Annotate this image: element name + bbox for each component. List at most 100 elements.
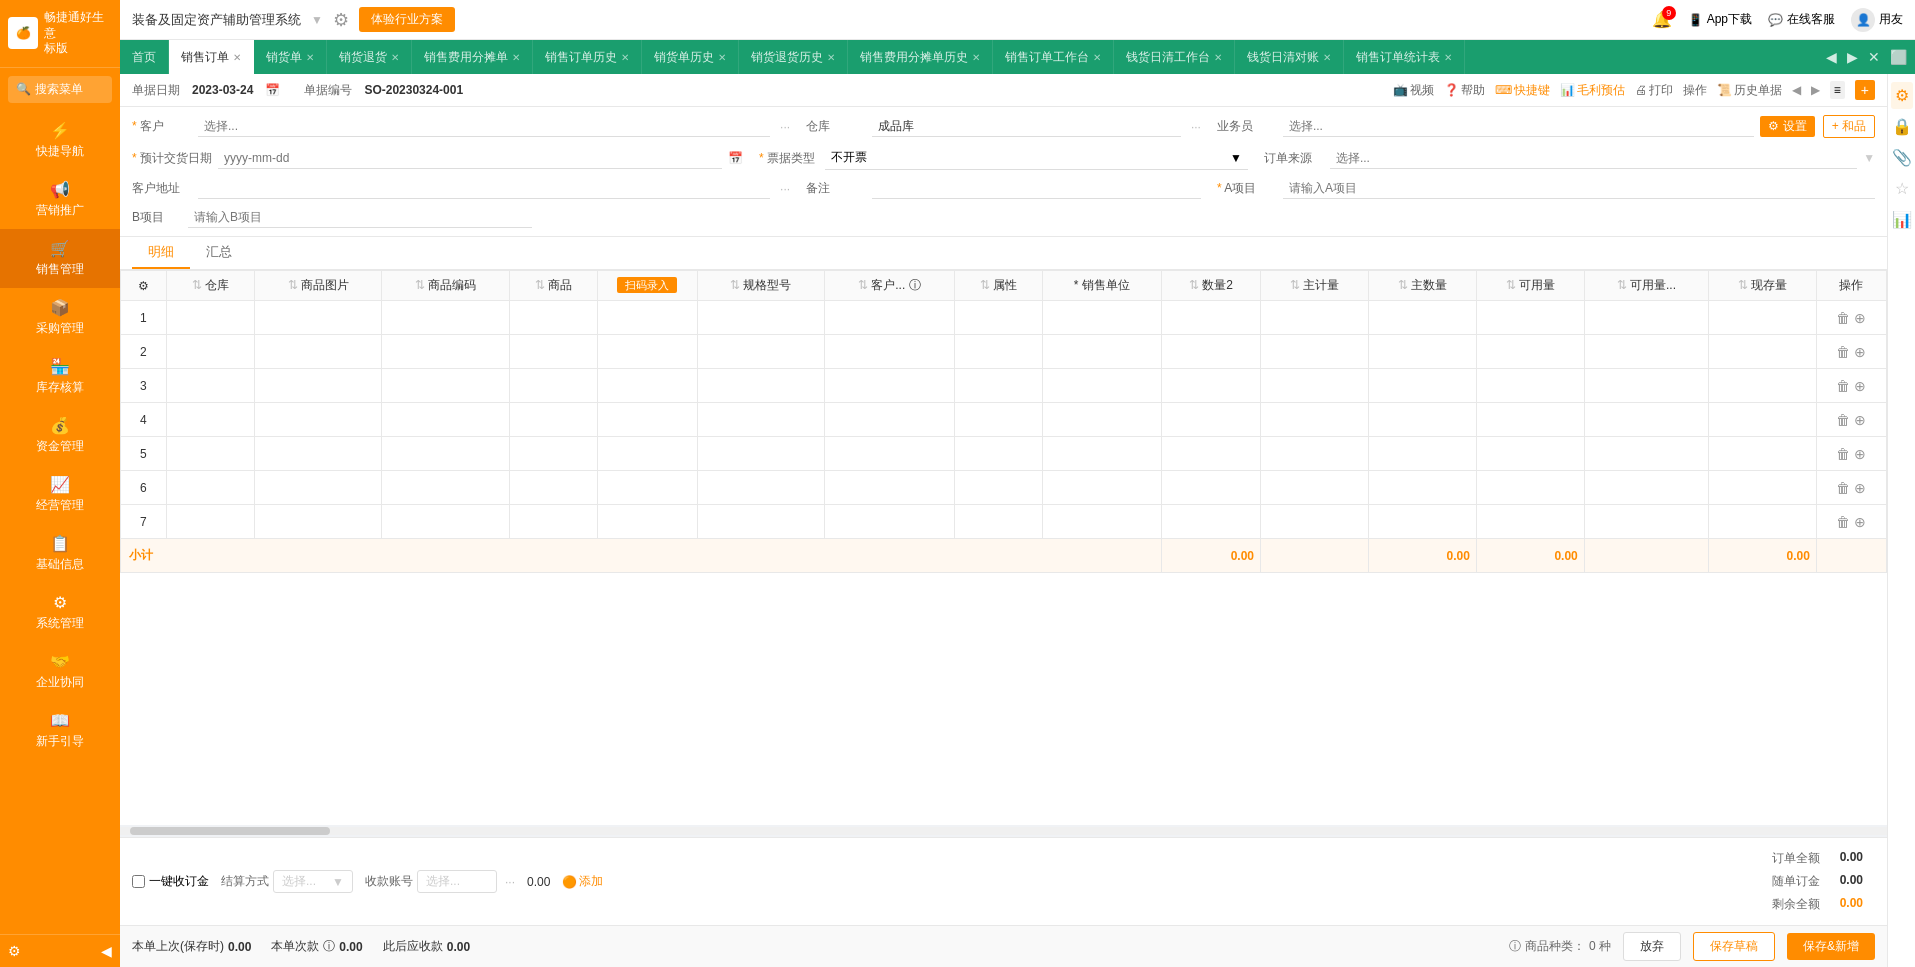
shortcut-action[interactable]: ⌨ 快捷键 [1495, 82, 1550, 99]
tab-sales-return[interactable]: 销货退货 ✕ [327, 40, 412, 74]
cell[interactable] [1476, 301, 1584, 335]
sidebar-item-purchase[interactable]: 📦 采购管理 [0, 288, 120, 347]
right-star-icon[interactable]: ☆ [1891, 175, 1913, 202]
scrollbar-thumb[interactable] [130, 827, 330, 835]
add-product-btn[interactable]: + 和品 [1823, 115, 1875, 138]
tab-close-icon[interactable]: ✕ [827, 52, 835, 63]
sidebar-item-inventory[interactable]: 🏪 库存核算 [0, 347, 120, 406]
cell[interactable] [1042, 301, 1161, 335]
address-input[interactable] [198, 178, 770, 199]
tab-close-icon[interactable]: ✕ [1323, 52, 1331, 63]
collapse-icon[interactable]: ◀ [101, 943, 112, 959]
tab-close-icon[interactable]: ✕ [1444, 52, 1452, 63]
cell[interactable] [824, 301, 954, 335]
col-settings[interactable]: ⚙ [121, 271, 167, 301]
quick-checkout-checkbox[interactable]: 一键收订金 [132, 873, 209, 890]
address-dots[interactable]: ··· [780, 182, 790, 196]
tab-cash-workbench[interactable]: 钱货日清工作台 ✕ [1114, 40, 1235, 74]
tab-sales-invoice[interactable]: 销货单 ✕ [254, 40, 327, 74]
payment-method-select[interactable]: 选择... ▼ [273, 870, 353, 893]
receipt-dots[interactable]: ··· [505, 875, 515, 889]
customer-dots[interactable]: ··· [780, 120, 790, 134]
warehouse-input[interactable] [872, 116, 1181, 137]
copy-icon[interactable]: ⊕ [1854, 412, 1866, 428]
remark-input[interactable] [872, 178, 1201, 199]
user-avatar[interactable]: 👤 用友 [1851, 8, 1903, 32]
tab-sales-order-hist[interactable]: 销售订单历史 ✕ [533, 40, 642, 74]
right-settings-icon[interactable]: ⚙ [1891, 82, 1913, 109]
settings-gear-icon[interactable]: ⚙ [333, 9, 349, 31]
right-chart-icon[interactable]: 📊 [1888, 206, 1916, 233]
tab-expand-icon[interactable]: ⬜ [1886, 47, 1911, 67]
sidebar-item-finance[interactable]: 💰 资金管理 [0, 406, 120, 465]
right-attach-icon[interactable]: 📎 [1888, 144, 1916, 171]
sidebar-item-quick-nav[interactable]: ⚡ 快捷导航 [0, 111, 120, 170]
copy-icon[interactable]: ⊕ [1854, 310, 1866, 326]
receipt-account-select[interactable]: 选择... [417, 870, 497, 893]
delete-icon[interactable]: 🗑 [1836, 446, 1850, 462]
cell[interactable] [1708, 301, 1816, 335]
history-action[interactable]: 📜 历史单据 [1717, 82, 1782, 99]
copy-icon[interactable]: ⊕ [1854, 480, 1866, 496]
next-record-icon[interactable]: ▶ [1811, 83, 1820, 97]
solution-button[interactable]: 体验行业方案 [359, 7, 455, 32]
cell[interactable] [1368, 301, 1476, 335]
tab-return-hist[interactable]: 销货退货历史 ✕ [739, 40, 848, 74]
delete-icon[interactable]: 🗑 [1836, 344, 1850, 360]
cell[interactable] [1584, 301, 1708, 335]
tab-home[interactable]: 首页 [120, 40, 169, 74]
sidebar-item-basic[interactable]: 📋 基础信息 [0, 524, 120, 583]
add-icon[interactable]: + [1855, 80, 1875, 100]
tab-close-icon[interactable]: ✕ [1214, 52, 1222, 63]
copy-icon[interactable]: ⊕ [1854, 344, 1866, 360]
tab-expense-hist[interactable]: 销售费用分摊单历史 ✕ [848, 40, 993, 74]
save-draft-button[interactable]: 保存草稿 [1693, 932, 1775, 961]
tab-reconcile[interactable]: 钱货日清对账 ✕ [1235, 40, 1344, 74]
prev-record-icon[interactable]: ◀ [1792, 83, 1801, 97]
tab-close-icon[interactable]: ✕ [306, 52, 314, 63]
online-service[interactable]: 💬 在线客服 [1768, 11, 1835, 28]
tab-prev-icon[interactable]: ◀ [1822, 47, 1841, 67]
delete-icon[interactable]: 🗑 [1836, 378, 1850, 394]
copy-icon[interactable]: ⊕ [1854, 514, 1866, 530]
cell[interactable] [1261, 301, 1369, 335]
tab-close-icon[interactable]: ✕ [972, 52, 980, 63]
calendar-icon[interactable]: 📅 [265, 83, 280, 97]
tab-close-icon[interactable]: ✕ [1093, 52, 1101, 63]
horizontal-scrollbar[interactable] [120, 827, 1887, 835]
sidebar-item-system[interactable]: ⚙ 系统管理 [0, 583, 120, 642]
view-action[interactable]: 📺 视频 [1393, 82, 1434, 99]
add-button[interactable]: 🟠 添加 [562, 873, 603, 890]
tab-summary[interactable]: 汇总 [190, 237, 248, 269]
sidebar-item-sales[interactable]: 🛒 销售管理 [0, 229, 120, 288]
sidebar-item-operations[interactable]: 📈 经营管理 [0, 465, 120, 524]
cell[interactable] [509, 301, 597, 335]
tab-close-icon[interactable]: ✕ [621, 52, 629, 63]
tab-sales-hist[interactable]: 销货单历史 ✕ [642, 40, 739, 74]
col-scan[interactable]: 扫码录入 [598, 271, 697, 301]
tab-close-icon[interactable]: ✕ [233, 52, 241, 63]
sidebar-item-enterprise[interactable]: 🤝 企业协同 [0, 642, 120, 701]
cell[interactable] [254, 301, 381, 335]
cell[interactable] [598, 301, 697, 335]
app-download[interactable]: 📱 App下载 [1688, 11, 1752, 28]
b-project-input[interactable] [188, 207, 532, 228]
calendar2-icon[interactable]: 📅 [728, 151, 743, 165]
tab-next-icon[interactable]: ▶ [1843, 47, 1862, 67]
delete-icon[interactable]: 🗑 [1836, 514, 1850, 530]
settings-icon[interactable]: ⚙ [8, 943, 21, 959]
cell[interactable] [697, 301, 824, 335]
discard-button[interactable]: 放弃 [1623, 932, 1681, 961]
tab-sales-expense[interactable]: 销售费用分摊单 ✕ [412, 40, 533, 74]
copy-icon[interactable]: ⊕ [1854, 446, 1866, 462]
scan-btn[interactable]: 扫码录入 [617, 277, 677, 293]
operation-action[interactable]: 操作 [1683, 82, 1707, 99]
tab-close-icon[interactable]: ✕ [718, 52, 726, 63]
copy-icon[interactable]: ⊕ [1854, 378, 1866, 394]
delete-icon[interactable]: 🗑 [1836, 310, 1850, 326]
delivery-input[interactable] [218, 148, 722, 169]
salesperson-input[interactable] [1283, 116, 1754, 137]
list-view-icon[interactable]: ≡ [1830, 81, 1845, 99]
tab-close-all-icon[interactable]: ✕ [1864, 47, 1884, 67]
a-project-input[interactable] [1283, 178, 1875, 199]
